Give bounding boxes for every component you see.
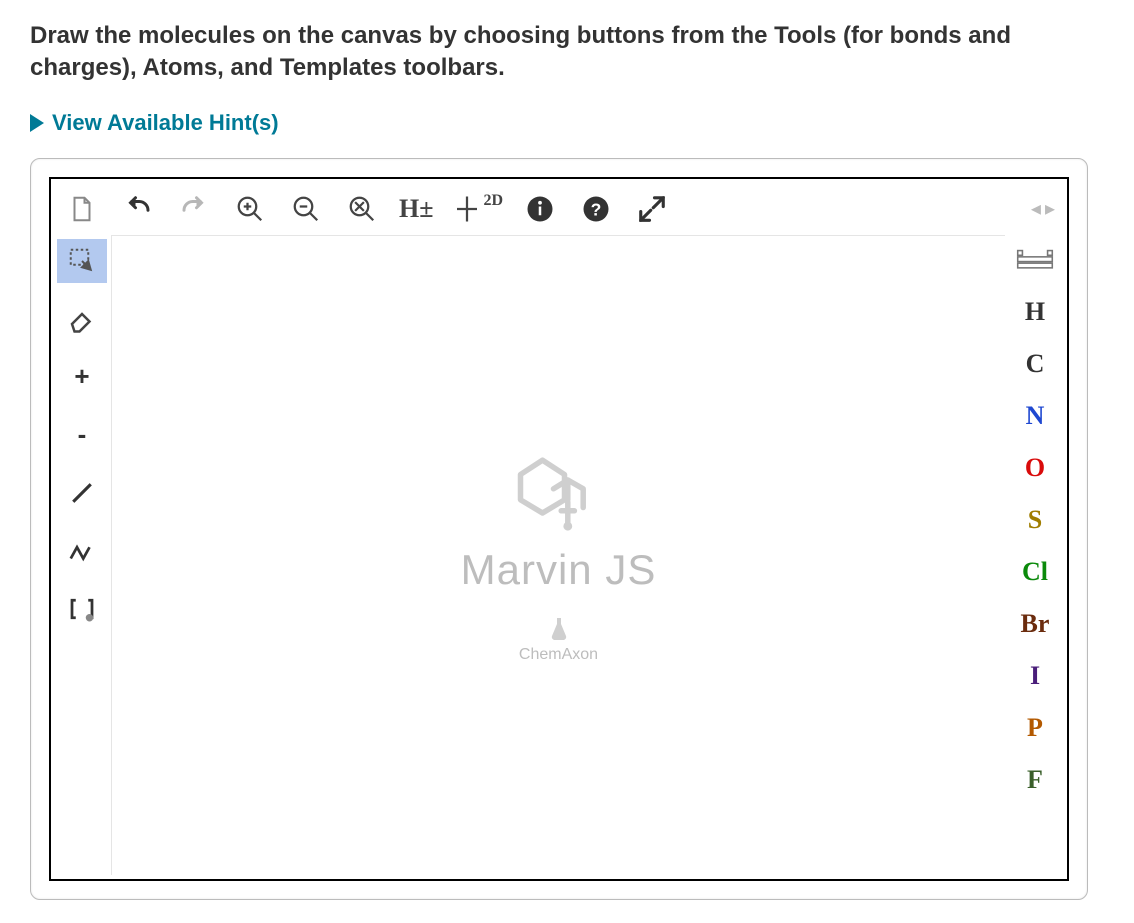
editor-frame: H± 2D ? ◂ ▸ (30, 158, 1088, 900)
fullscreen-icon[interactable] (633, 190, 671, 228)
svg-text:?: ? (591, 199, 602, 219)
watermark-brand: ChemAxon (519, 646, 598, 664)
view-hints-toggle[interactable]: View Available Hint(s) (30, 110, 1104, 136)
chain-tool[interactable] (57, 529, 107, 573)
top-toolbar: H± 2D ? ◂ ▸ (57, 185, 1061, 233)
marvin-editor: H± 2D ? ◂ ▸ (49, 177, 1069, 881)
atom-s-button[interactable]: S (1011, 499, 1059, 541)
toolbar-pager[interactable]: ◂ ▸ (1031, 196, 1061, 221)
atom-f-button[interactable]: F (1011, 759, 1059, 801)
explicit-h-button[interactable]: H± (399, 194, 434, 224)
atom-br-button[interactable]: Br (1011, 603, 1059, 645)
drawing-canvas[interactable]: Marvin JS ChemAxon (111, 235, 1005, 875)
zoom-reset-icon[interactable] (343, 190, 381, 228)
zoom-in-icon[interactable] (231, 190, 269, 228)
periodic-table-button[interactable] (1011, 239, 1059, 281)
chevron-left-icon: ◂ (1031, 196, 1041, 221)
chevron-right-icon: ▸ (1045, 196, 1055, 221)
increase-charge-tool[interactable]: + (57, 355, 107, 399)
undo-icon[interactable] (119, 190, 157, 228)
right-toolbar: HCNOS Cl Br IPF (1007, 235, 1063, 875)
bracket-tool[interactable] (57, 587, 107, 631)
atom-n-button[interactable]: N (1011, 395, 1059, 437)
triangle-right-icon (30, 114, 44, 132)
left-toolbar: + - (55, 235, 109, 875)
atom-i-button[interactable]: I (1011, 655, 1059, 697)
atom-o-button[interactable]: O (1011, 447, 1059, 489)
new-document-icon[interactable] (63, 190, 101, 228)
watermark-title: Marvin JS (461, 546, 657, 594)
clean-2d-button[interactable]: 2D (452, 190, 504, 228)
info-icon[interactable] (521, 190, 559, 228)
marvin-logo-icon (504, 446, 614, 536)
redo-icon[interactable] (175, 190, 213, 228)
atom-cl-button[interactable]: Cl (1011, 551, 1059, 593)
hints-label: View Available Hint(s) (52, 110, 279, 136)
eraser-tool[interactable] (57, 297, 107, 341)
decrease-charge-tool[interactable]: - (57, 413, 107, 457)
atom-p-button[interactable]: P (1011, 707, 1059, 749)
help-icon[interactable]: ? (577, 190, 615, 228)
zoom-out-icon[interactable] (287, 190, 325, 228)
atom-c-button[interactable]: C (1011, 343, 1059, 385)
instructions-text: Draw the molecules on the canvas by choo… (30, 20, 1104, 85)
selection-tool[interactable] (57, 239, 107, 283)
chemaxon-flask-icon (549, 616, 569, 642)
single-bond-tool[interactable] (57, 471, 107, 515)
atom-h-button[interactable]: H (1011, 291, 1059, 333)
